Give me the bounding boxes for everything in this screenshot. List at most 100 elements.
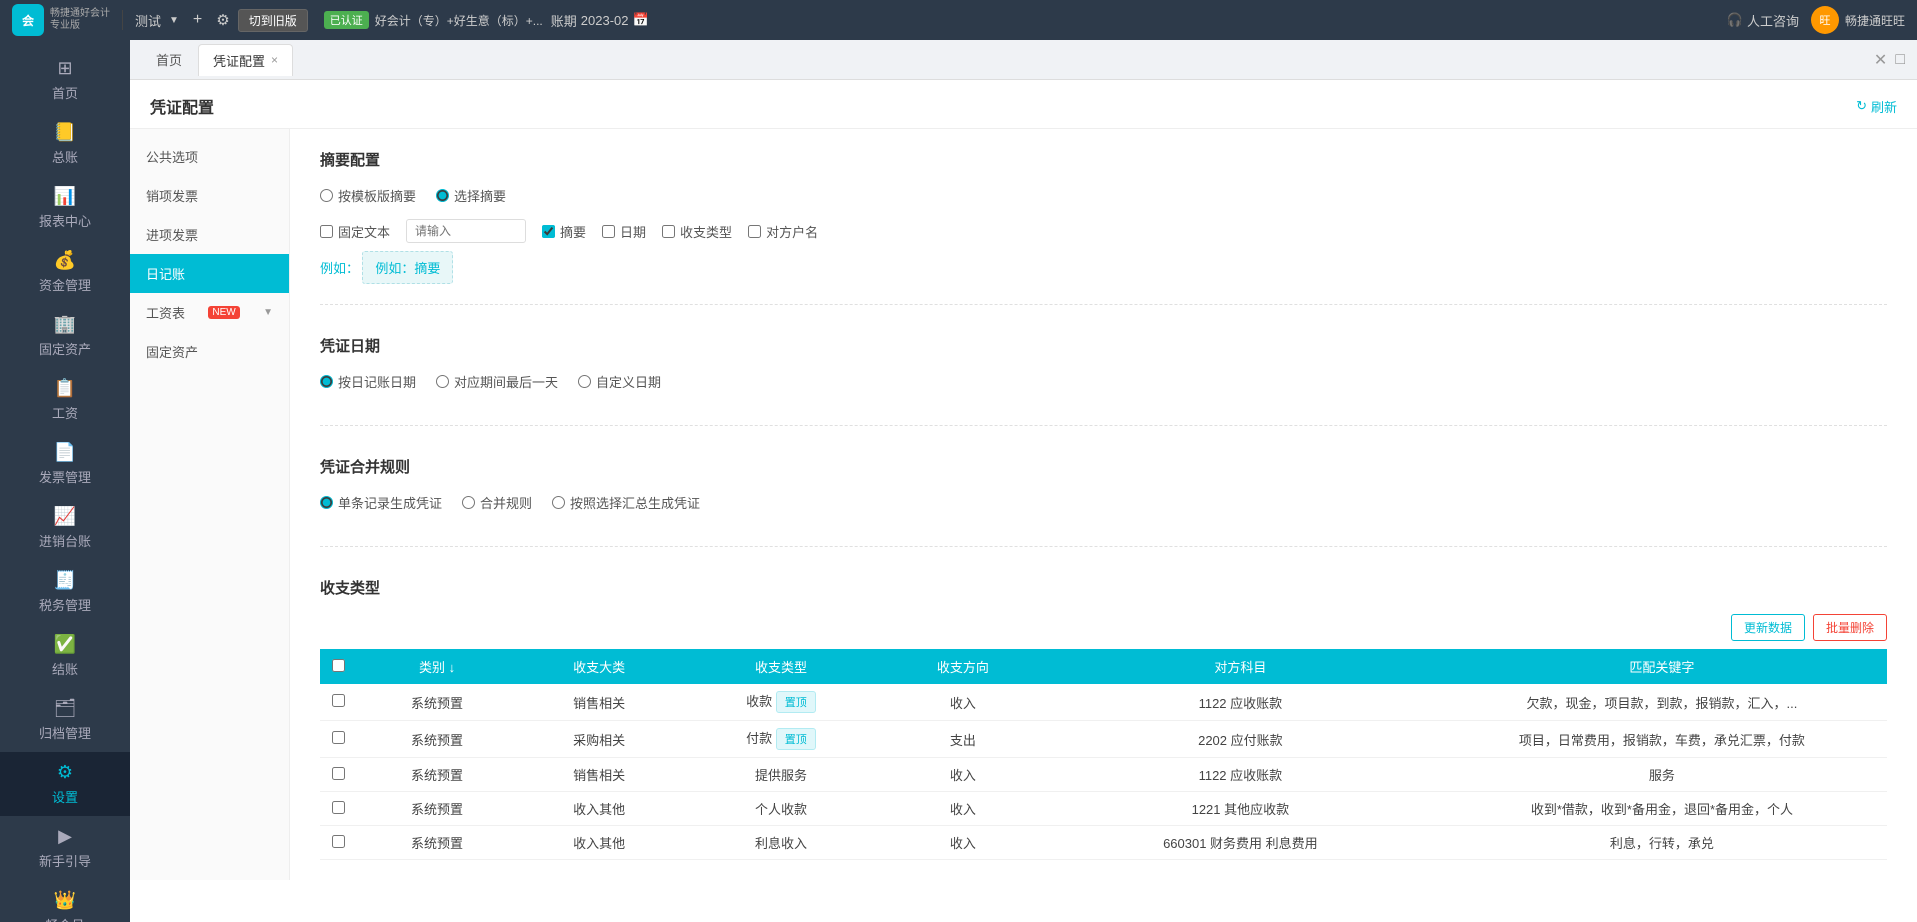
row-category: 系统预置 [356, 758, 518, 792]
radio-merge-rules[interactable]: 合并规则 [462, 493, 532, 512]
row-subject: 2202 应付账款 [1044, 721, 1437, 758]
switch-version-button[interactable]: 切到旧版 [238, 9, 308, 32]
left-nav-purchase-invoice[interactable]: 进项发票 [130, 215, 289, 254]
sidebar-item-member[interactable]: 👑 畅会员 [0, 880, 130, 922]
row-type: 收款 置顶 [680, 684, 882, 721]
logo-icon: 会 [12, 4, 44, 36]
radio-period-last-day[interactable]: 对应期间最后一天 [436, 372, 558, 391]
radio-select-summary[interactable]: 选择摘要 [436, 186, 506, 205]
merge-rules-section: 凭证合并规则 单条记录生成凭证 合并规则 [320, 456, 1887, 547]
reset-button[interactable]: 置顶 [776, 728, 816, 750]
row-checkbox-cell [320, 684, 356, 721]
refresh-icon: ↻ [1856, 98, 1867, 114]
page-header: 凭证配置 ↻ 刷新 [130, 80, 1917, 129]
sidebar-item-assets[interactable]: 🏢 固定资产 [0, 304, 130, 368]
tab-home[interactable]: 首页 [142, 44, 196, 75]
left-nav-sales-invoice[interactable]: 销项发票 [130, 176, 289, 215]
tab-close-icon[interactable]: × [271, 53, 278, 67]
logo-text: 畅捷通好会计 专业版 [50, 8, 110, 32]
row-major-type: 销售相关 [518, 684, 680, 721]
row-category: 系统预置 [356, 826, 518, 860]
example-box: 例如：摘要 [362, 251, 453, 284]
sales-icon: 📈 [54, 506, 76, 527]
summary-checkbox-group: 固定文本 摘要 日期 [320, 219, 1887, 243]
row-subject: 1122 应收账款 [1044, 758, 1437, 792]
radio-summary-generate[interactable]: 按照选择汇总生成凭证 [552, 493, 700, 512]
checkbox-income-type[interactable]: 收支类型 [662, 222, 732, 241]
select-all-checkbox[interactable] [332, 659, 345, 672]
sidebar-item-archive[interactable]: 🗂 归档管理 [0, 688, 130, 752]
guide-icon: ▶ [58, 826, 72, 847]
row-checkbox[interactable] [332, 835, 345, 848]
sidebar-item-settle[interactable]: ✅ 结账 [0, 624, 130, 688]
row-direction: 收入 [882, 826, 1044, 860]
batch-delete-button[interactable]: 批量删除 [1813, 614, 1887, 641]
config-main: 摘要配置 按模板版摘要 选择摘要 [290, 129, 1917, 880]
sidebar-item-reports[interactable]: 📊 报表中心 [0, 176, 130, 240]
table-row: 系统预置 收入其他 个人收款 收入 1221 其他应收款 收到*借款，收到*备用… [320, 792, 1887, 826]
checkbox-summary[interactable]: 摘要 [542, 222, 586, 241]
row-checkbox[interactable] [332, 694, 345, 707]
voucher-date-title: 凭证日期 [320, 335, 1887, 356]
merge-rules-radio-group: 单条记录生成凭证 合并规则 按照选择汇总生成凭证 [320, 493, 1887, 512]
radio-single-record[interactable]: 单条记录生成凭证 [320, 493, 442, 512]
sidebar-item-settings[interactable]: ⚙ 设置 [0, 752, 130, 816]
left-nav-public[interactable]: 公共选项 [130, 137, 289, 176]
radio-template-summary[interactable]: 按模板版摘要 [320, 186, 416, 205]
content-area: 首页 凭证配置 × ✕ □ 凭证配置 ↻ 刷新 [130, 40, 1917, 922]
row-checkbox[interactable] [332, 801, 345, 814]
summary-section: 摘要配置 按模板版摘要 选择摘要 [320, 149, 1887, 305]
row-keywords: 收到*借款，收到*备用金，退回*备用金，个人 [1437, 792, 1887, 826]
window-maximize-button[interactable]: □ [1895, 50, 1905, 70]
income-expense-table: 类别 ↓ 收支大类 收支类型 收支方向 对方科目 匹配关键字 [320, 649, 1887, 860]
left-nav-fixed-assets[interactable]: 固定资产 [130, 332, 289, 371]
fund-icon: 💰 [54, 250, 76, 271]
sidebar-item-tax[interactable]: 🧾 税务管理 [0, 560, 130, 624]
left-nav-journal[interactable]: 日记账 [130, 254, 289, 293]
row-subject: 1122 应收账款 [1044, 684, 1437, 721]
headset-icon: 🎧 [1727, 12, 1743, 28]
refresh-button[interactable]: ↻ 刷新 [1856, 97, 1897, 116]
row-type: 提供服务 [680, 758, 882, 792]
service-button[interactable]: 🎧 人工咨询 [1727, 11, 1799, 30]
sidebar-item-invoice[interactable]: 📄 发票管理 [0, 432, 130, 496]
radio-custom-date[interactable]: 自定义日期 [578, 372, 661, 391]
update-data-button[interactable]: 更新数据 [1731, 614, 1805, 641]
archive-icon: 🗂 [54, 698, 77, 719]
fixed-text-input[interactable] [406, 219, 526, 243]
settle-icon: ✅ [54, 634, 76, 655]
reset-button[interactable]: 置顶 [776, 691, 816, 713]
calendar-icon[interactable]: 📅 [633, 12, 649, 28]
table-header-row: 类别 ↓ 收支大类 收支类型 收支方向 对方科目 匹配关键字 [320, 649, 1887, 684]
radio-journal-date[interactable]: 按日记账日期 [320, 372, 416, 391]
row-major-type: 销售相关 [518, 758, 680, 792]
sidebar-item-ledger[interactable]: 📒 总账 [0, 112, 130, 176]
table-body: 系统预置 销售相关 收款 置顶 收入 1122 应收账款 欠款，现金，项目款，到… [320, 684, 1887, 860]
page-title: 凭证配置 [150, 94, 214, 118]
gear-button[interactable]: ⚙ [216, 11, 229, 29]
row-checkbox[interactable] [332, 767, 345, 780]
sidebar-item-guide[interactable]: ▶ 新手引导 [0, 816, 130, 880]
row-checkbox[interactable] [332, 731, 345, 744]
th-keywords: 匹配关键字 [1437, 649, 1887, 684]
row-major-type: 收入其他 [518, 792, 680, 826]
home-icon: ⊞ [57, 58, 72, 79]
company-dropdown-icon[interactable]: ▼ [169, 15, 179, 26]
sidebar-item-home[interactable]: ⊞ 首页 [0, 48, 130, 112]
ledger-icon: 📒 [54, 122, 76, 143]
sidebar-item-payroll[interactable]: 📋 工资 [0, 368, 130, 432]
sidebar-item-sales[interactable]: 📈 进销台账 [0, 496, 130, 560]
settings-icon: ⚙ [57, 762, 73, 783]
table-head: 类别 ↓ 收支大类 收支类型 收支方向 对方科目 匹配关键字 [320, 649, 1887, 684]
tab-voucher-config[interactable]: 凭证配置 × [198, 44, 293, 76]
window-close-button[interactable]: ✕ [1874, 50, 1887, 70]
sidebar-item-fund[interactable]: 💰 资金管理 [0, 240, 130, 304]
checkbox-fixed-text[interactable]: 固定文本 [320, 222, 390, 241]
tab-bar: 首页 凭证配置 × ✕ □ [130, 40, 1917, 80]
row-subject: 660301 财务费用 利息费用 [1044, 826, 1437, 860]
row-type: 付款 置顶 [680, 721, 882, 758]
add-button[interactable]: + [187, 9, 208, 31]
checkbox-counterparty[interactable]: 对方户名 [748, 222, 818, 241]
left-nav-payroll-table[interactable]: 工资表 NEW ▼ [130, 293, 289, 332]
checkbox-date[interactable]: 日期 [602, 222, 646, 241]
